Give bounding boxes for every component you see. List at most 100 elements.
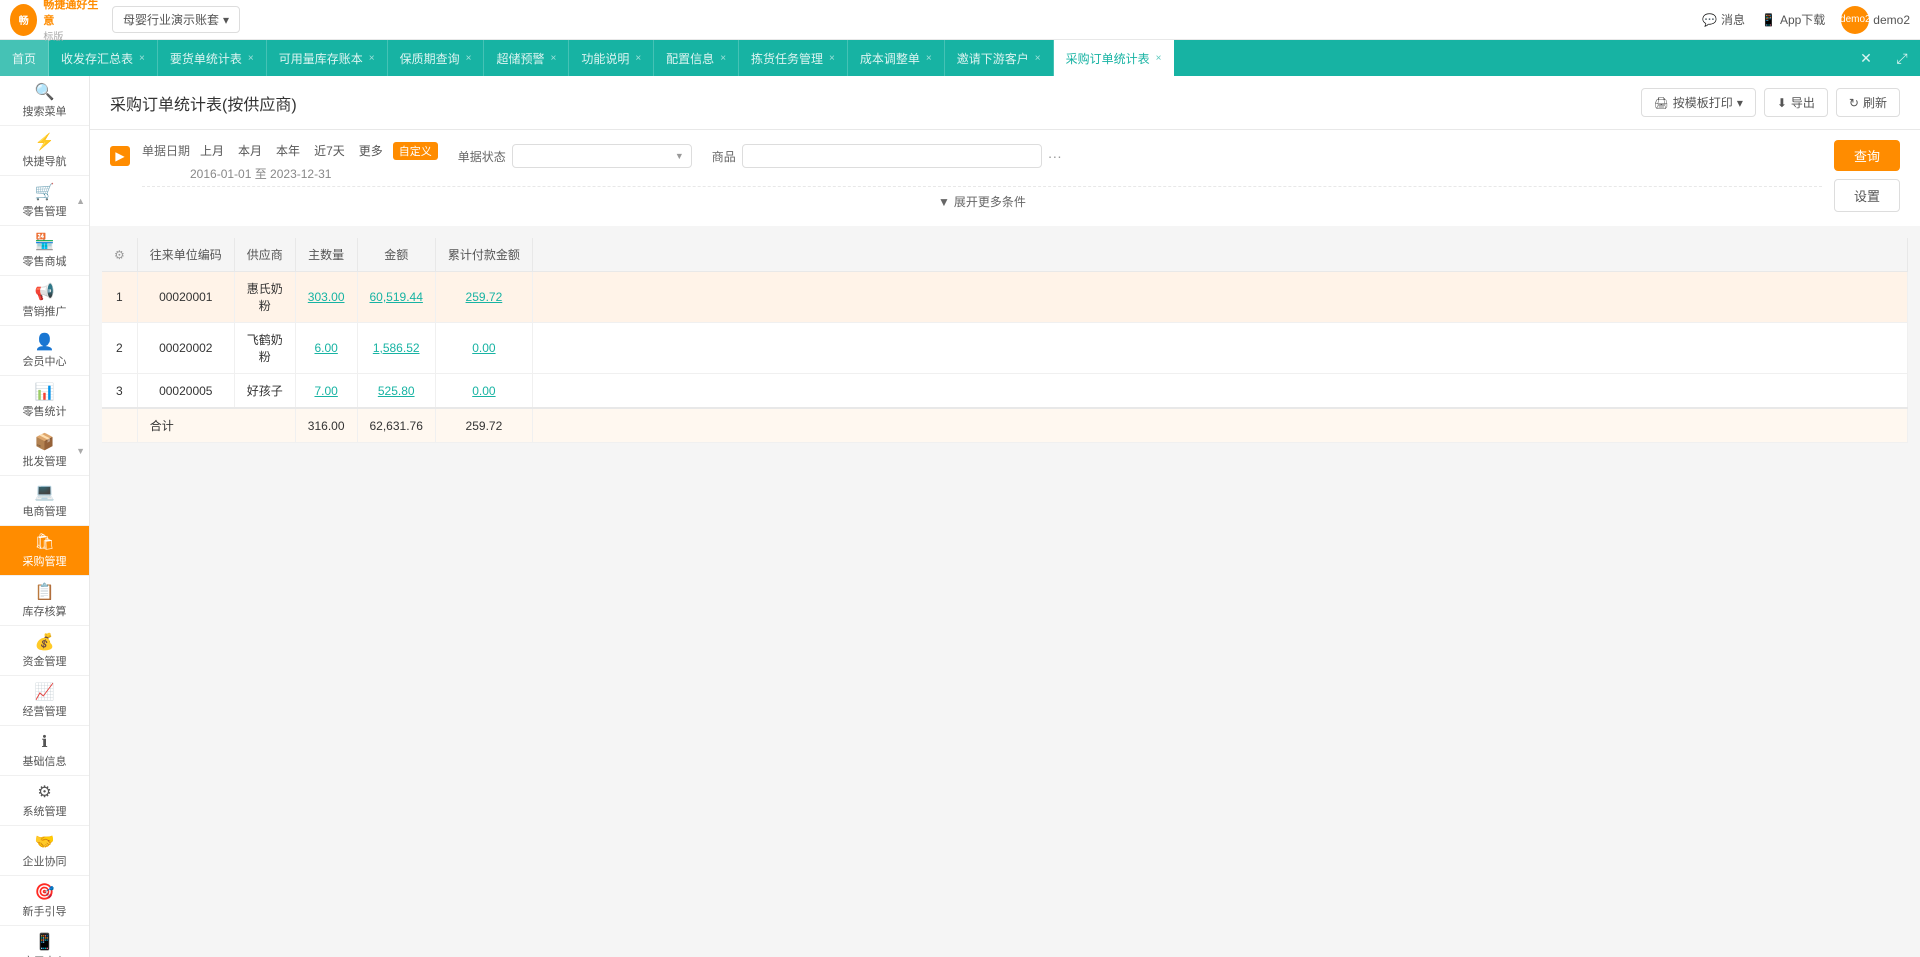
close-icon[interactable]: × [248, 53, 254, 64]
row-paid[interactable]: 259.72 [435, 272, 532, 323]
tab-available-stock[interactable]: 可用量库存账本 × [267, 40, 388, 76]
sidebar-item-retail-stats[interactable]: 📊 零售统计 [0, 376, 89, 426]
row-amount[interactable]: 1,586.52 [357, 323, 435, 374]
sidebar-ops-label: 经营管理 [23, 705, 67, 719]
close-icon[interactable]: × [1035, 53, 1041, 64]
sidebar-item-purchase-mgmt[interactable]: 🛍 采购管理 [0, 526, 89, 576]
table-container: ⚙ 往来单位编码 供应商 主数量 金额 累计付款金额 1 [102, 238, 1908, 443]
row-amount[interactable]: 60,519.44 [357, 272, 435, 323]
query-btn[interactable]: 查询 [1834, 140, 1900, 171]
tab-function-desc[interactable]: 功能说明 × [569, 40, 654, 76]
row-qty[interactable]: 7.00 [295, 374, 357, 409]
sidebar-wholesale-label: 批发管理 [23, 455, 67, 469]
message-btn[interactable]: 💬 消息 [1702, 11, 1745, 28]
tab-receive-summary[interactable]: 收发存汇总表 × [49, 40, 158, 76]
date-last-month[interactable]: 上月 [196, 140, 228, 161]
date-custom-tag[interactable]: 自定义 [393, 142, 438, 160]
collapse-filter-btn[interactable]: ▶ [110, 146, 130, 166]
tab-overstock-warning[interactable]: 超储预警 × [484, 40, 569, 76]
date-more[interactable]: 更多 [355, 140, 387, 161]
sidebar: 🔍 搜索菜单 ⚡ 快捷导航 🛒 零售管理 ▲ 🏪 零售商城 📢 营销推广 👤 会… [0, 76, 90, 957]
date-7days[interactable]: 近7天 [310, 140, 349, 161]
app-download-label: App下载 [1780, 11, 1825, 28]
export-btn[interactable]: ⬇ 导出 [1764, 88, 1828, 117]
close-icon[interactable]: × [466, 53, 472, 64]
tab-config-info[interactable]: 配置信息 × [654, 40, 739, 76]
app-download-btn[interactable]: 📱 App下载 [1761, 11, 1825, 28]
row-paid[interactable]: 0.00 [435, 323, 532, 374]
refresh-btn[interactable]: ↻ 刷新 [1836, 88, 1900, 117]
sidebar-item-ecommerce[interactable]: 💻 电商管理 [0, 476, 89, 526]
sidebar-item-shortcut[interactable]: ⚡ 快捷导航 [0, 126, 89, 176]
close-icon[interactable]: × [550, 53, 556, 64]
filter-area: ▶ 单据日期 上月 本月 本年 近7天 更多 [90, 130, 1920, 226]
row-qty[interactable]: 303.00 [295, 272, 357, 323]
sidebar-purchase-label: 采购管理 [23, 555, 67, 569]
refresh-icon: ↻ [1849, 96, 1859, 110]
close-icon[interactable]: × [139, 53, 145, 64]
close-icon[interactable]: × [1156, 53, 1162, 64]
close-all-btn[interactable]: ✕ [1848, 40, 1884, 76]
row-paid[interactable]: 0.00 [435, 374, 532, 409]
tab-pick-task[interactable]: 拣货任务管理 × [739, 40, 848, 76]
sidebar-item-marketing[interactable]: 📢 营销推广 [0, 276, 89, 326]
close-icon[interactable]: × [635, 53, 641, 64]
tab-purchase-order-summary[interactable]: 采购订单统计表 × [1054, 40, 1175, 76]
footer-paid: 259.72 [435, 408, 532, 443]
maximize-btn[interactable]: ⤢ [1884, 40, 1920, 76]
sidebar-shortcut-label: 快捷导航 [23, 155, 67, 169]
close-icon[interactable]: × [926, 53, 932, 64]
settings-btn[interactable]: 设置 [1834, 179, 1900, 212]
goods-more-icon[interactable]: ··· [1048, 148, 1062, 164]
row-supplier: 好孩子 [234, 374, 295, 409]
workspace-selector[interactable]: 母婴行业演示账套 ▾ [112, 6, 240, 33]
tab-label: 成本调整单 [860, 50, 920, 67]
top-right-area: 💬 消息 📱 App下载 demo2 demo2 [1702, 6, 1910, 34]
expand-conditions-btn[interactable]: ▼ 展开更多条件 [938, 193, 1026, 210]
sidebar-marketing-label: 营销推广 [23, 305, 67, 319]
col-settings[interactable]: ⚙ [102, 238, 137, 272]
sidebar-item-sys-mgmt[interactable]: ⚙ 系统管理 [0, 776, 89, 826]
print-btn[interactable]: 🖨 按模板打印 ▾ [1641, 88, 1756, 117]
sidebar-item-ops-mgmt[interactable]: 📈 经营管理 [0, 676, 89, 726]
sidebar-retail-shop-label: 零售商城 [23, 255, 67, 269]
tab-invite-downstream[interactable]: 邀请下游客户 × [945, 40, 1054, 76]
more-conditions-area: ▼ 展开更多条件 [142, 186, 1822, 216]
row-amount[interactable]: 525.80 [357, 374, 435, 409]
chevron-down-icon: ▼ [76, 446, 85, 456]
sidebar-item-retail-mgmt[interactable]: 🛒 零售管理 ▲ [0, 176, 89, 226]
date-this-year[interactable]: 本年 [272, 140, 304, 161]
sidebar-item-search[interactable]: 🔍 搜索菜单 [0, 76, 89, 126]
close-icon[interactable]: × [369, 53, 375, 64]
sidebar-item-app-center[interactable]: 📱 应用中心 [0, 926, 89, 957]
sidebar-item-member-center[interactable]: 👤 会员中心 [0, 326, 89, 376]
date-this-month[interactable]: 本月 [234, 140, 266, 161]
sidebar-item-new-guide[interactable]: 🎯 新手引导 [0, 876, 89, 926]
user-area[interactable]: demo2 demo2 [1841, 6, 1910, 34]
col-paid: 累计付款金额 [435, 238, 532, 272]
sidebar-item-retail-shop[interactable]: 🏪 零售商城 [0, 226, 89, 276]
sidebar-item-wholesale-mgmt[interactable]: 📦 批发管理 ▼ [0, 426, 89, 476]
sidebar-item-basic-info[interactable]: ℹ 基础信息 [0, 726, 89, 776]
stock-check-icon: 📋 [35, 582, 55, 602]
sidebar-item-enterprise-coop[interactable]: 🤝 企业协同 [0, 826, 89, 876]
status-select[interactable] [512, 144, 692, 168]
goods-input[interactable] [742, 144, 1042, 168]
message-icon: 💬 [1702, 13, 1717, 27]
tab-expiry-query[interactable]: 保质期查询 × [388, 40, 485, 76]
top-bar: 畅 畅捷通好生意 标版 母婴行业演示账套 ▾ 💬 消息 📱 App下载 demo… [0, 0, 1920, 40]
tab-label: 收发存汇总表 [61, 50, 133, 67]
tab-order-summary[interactable]: 要货单统计表 × [158, 40, 267, 76]
close-icon[interactable]: × [720, 53, 726, 64]
wholesale-icon: 📦 [35, 432, 55, 452]
tab-home[interactable]: 首页 [0, 40, 49, 76]
logo-text: 畅 [19, 12, 29, 27]
ops-icon: 📈 [35, 682, 55, 702]
tab-cost-adjust[interactable]: 成本调整单 × [848, 40, 945, 76]
sidebar-enterprise-label: 企业协同 [23, 855, 67, 869]
sidebar-item-stock-check[interactable]: 📋 库存核算 [0, 576, 89, 626]
close-icon[interactable]: × [829, 53, 835, 64]
date-filter-group: 单据日期 上月 本月 本年 近7天 更多 自定义 2016-01-01 至 20… [142, 140, 438, 182]
row-qty[interactable]: 6.00 [295, 323, 357, 374]
sidebar-item-fund-mgmt[interactable]: 💰 资金管理 [0, 626, 89, 676]
